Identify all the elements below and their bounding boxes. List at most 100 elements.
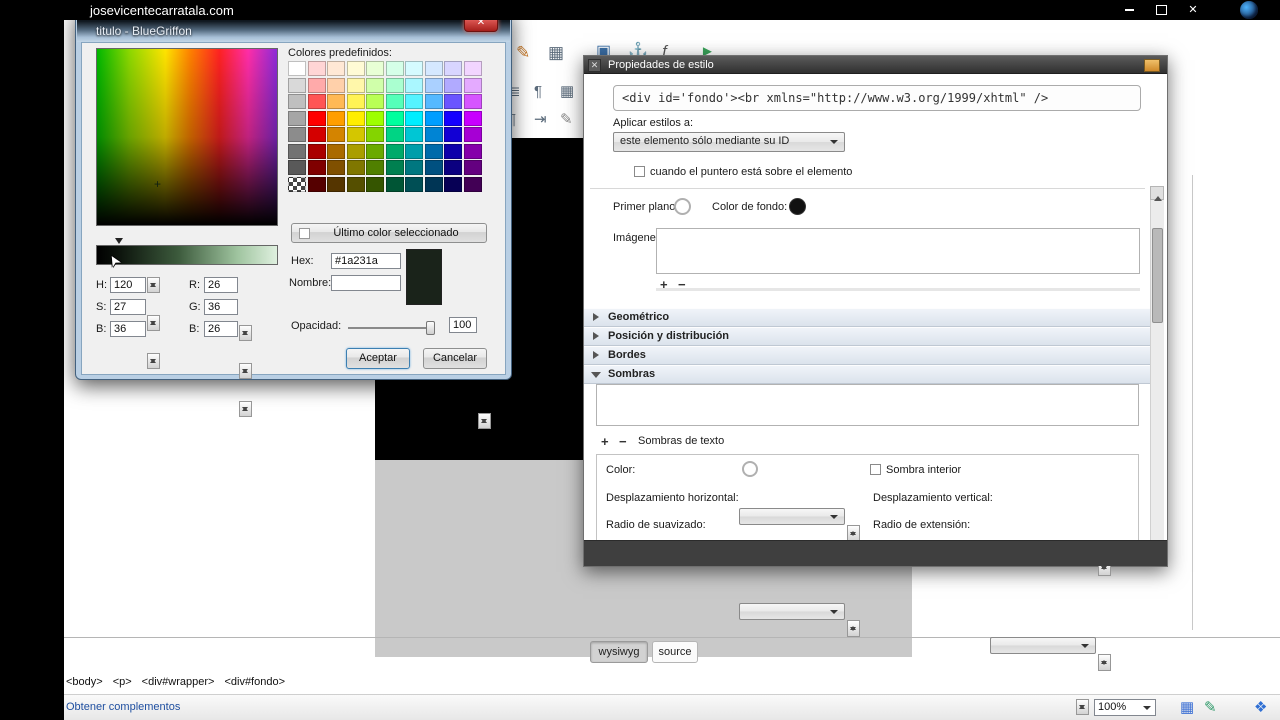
breadcrumb-item[interactable]: <div#fondo> — [224, 676, 285, 688]
opacity-input[interactable]: 100 — [449, 317, 477, 333]
color-swatch[interactable] — [346, 143, 365, 159]
color-swatch[interactable] — [444, 160, 462, 175]
color-swatch[interactable] — [288, 160, 306, 175]
color-swatch[interactable] — [366, 77, 384, 93]
color-swatch[interactable] — [444, 110, 462, 126]
color-swatch[interactable] — [424, 110, 443, 126]
color-swatch[interactable] — [288, 110, 306, 126]
color-swatch[interactable] — [327, 160, 345, 175]
color-swatch[interactable] — [405, 127, 423, 142]
opacity-slider-handle[interactable] — [426, 321, 435, 335]
color-swatch[interactable] — [307, 127, 326, 142]
close-window-icon[interactable]: ✕ — [1182, 2, 1204, 16]
color-field[interactable] — [96, 48, 278, 226]
color-swatch[interactable] — [424, 61, 443, 76]
section-header-posicion-y-distribucion[interactable]: Posición y distribución — [584, 327, 1150, 346]
color-swatch[interactable] — [307, 61, 326, 76]
color-swatch[interactable] — [385, 176, 404, 192]
color-swatch[interactable] — [327, 176, 345, 192]
zoom-select[interactable]: 100% — [1094, 699, 1156, 716]
color-swatch[interactable] — [385, 160, 404, 175]
spread-radius-stepper[interactable] — [1098, 654, 1111, 671]
color-swatch[interactable] — [444, 176, 462, 192]
spread-radius-dropdown[interactable] — [990, 637, 1096, 654]
edit-mode-icon[interactable]: ✎ — [1204, 700, 1217, 715]
color-swatch[interactable] — [307, 110, 326, 126]
color-swatch[interactable] — [327, 77, 345, 93]
color-swatch[interactable] — [366, 110, 384, 126]
color-swatch[interactable] — [288, 94, 306, 109]
color-swatch[interactable] — [405, 176, 423, 192]
section-header-geometrico[interactable]: Geométrico — [584, 308, 1150, 327]
color-swatch[interactable] — [385, 110, 404, 126]
color-swatch[interactable] — [424, 94, 443, 109]
color-swatch[interactable] — [288, 176, 306, 192]
color-swatch[interactable] — [463, 110, 482, 126]
color-swatch[interactable] — [424, 143, 443, 159]
name-input[interactable] — [331, 275, 401, 291]
color-swatch[interactable] — [463, 127, 482, 142]
color-swatch[interactable] — [405, 61, 423, 76]
color-swatch[interactable] — [444, 77, 462, 93]
color-swatch[interactable] — [307, 176, 326, 192]
last-color-button[interactable]: Último color seleccionado — [291, 223, 487, 243]
accept-button[interactable]: Aceptar — [346, 348, 410, 369]
indent-icon[interactable]: ⇥ — [534, 112, 547, 127]
add-shadow-icon[interactable]: + — [601, 434, 609, 449]
images-hscrollbar[interactable] — [656, 288, 1140, 291]
s-input[interactable]: 27 — [110, 299, 146, 315]
minimize-icon[interactable] — [1118, 3, 1140, 17]
images-listbox[interactable] — [656, 228, 1140, 274]
color-swatch[interactable] — [405, 160, 423, 175]
color-swatch[interactable] — [405, 143, 423, 159]
color-swatch[interactable] — [366, 143, 384, 159]
color-swatch[interactable] — [463, 143, 482, 159]
color-swatch[interactable] — [327, 61, 345, 76]
blur-radius-stepper[interactable] — [847, 620, 860, 637]
shadows-listbox[interactable] — [596, 384, 1139, 426]
color-swatch[interactable] — [327, 110, 345, 126]
addons-link[interactable]: Obtener complementos — [66, 701, 180, 713]
panel-scrollbar-thumb[interactable] — [1152, 228, 1163, 323]
breadcrumb-item[interactable]: <body> — [66, 676, 103, 688]
color-swatch[interactable] — [366, 160, 384, 175]
color-swatch[interactable] — [307, 143, 326, 159]
foreground-color-swatch[interactable] — [674, 198, 691, 215]
color-swatch[interactable] — [288, 61, 306, 76]
color-swatch[interactable] — [385, 61, 404, 76]
color-swatch[interactable] — [463, 94, 482, 109]
color-swatch[interactable] — [346, 160, 365, 175]
color-swatch[interactable] — [307, 77, 326, 93]
r-input[interactable]: 26 — [204, 277, 238, 293]
color-swatch[interactable] — [424, 127, 443, 142]
r-stepper[interactable] — [239, 325, 252, 341]
table-small-icon[interactable]: ▦ — [560, 84, 574, 99]
color-swatch[interactable] — [405, 110, 423, 126]
tab-source[interactable]: source — [652, 641, 698, 663]
color-swatch[interactable] — [346, 176, 365, 192]
color-swatch[interactable] — [346, 127, 365, 142]
pencil-icon[interactable]: ✎ — [516, 44, 530, 61]
hover-checkbox[interactable] — [634, 166, 645, 177]
hex-input[interactable]: #1a231a — [331, 253, 401, 269]
color-swatch[interactable] — [366, 127, 384, 142]
remove-shadow-icon[interactable]: − — [619, 434, 627, 449]
g-input[interactable]: 36 — [204, 299, 238, 315]
blur-radius-dropdown[interactable] — [739, 603, 845, 620]
breadcrumb-item[interactable]: <div#wrapper> — [142, 676, 215, 688]
apply-styles-dropdown[interactable]: este elemento sólo mediante su ID — [613, 132, 845, 152]
color-swatch[interactable] — [463, 160, 482, 175]
color-swatch[interactable] — [385, 77, 404, 93]
color-swatch[interactable] — [385, 94, 404, 109]
b-input[interactable]: 36 — [110, 321, 146, 337]
color-swatch[interactable] — [307, 94, 326, 109]
color-swatch[interactable] — [307, 160, 326, 175]
opacity-slider-track[interactable] — [348, 327, 432, 329]
h-input[interactable]: 120 — [110, 277, 146, 293]
scrollbar-up-icon[interactable] — [1150, 186, 1164, 201]
tab-wysiwyg[interactable]: wysiwyg — [590, 641, 648, 663]
color-swatch[interactable] — [405, 94, 423, 109]
brightness-slider-marker[interactable] — [115, 238, 123, 248]
color-swatch[interactable] — [385, 127, 404, 142]
color-swatch[interactable] — [327, 94, 345, 109]
